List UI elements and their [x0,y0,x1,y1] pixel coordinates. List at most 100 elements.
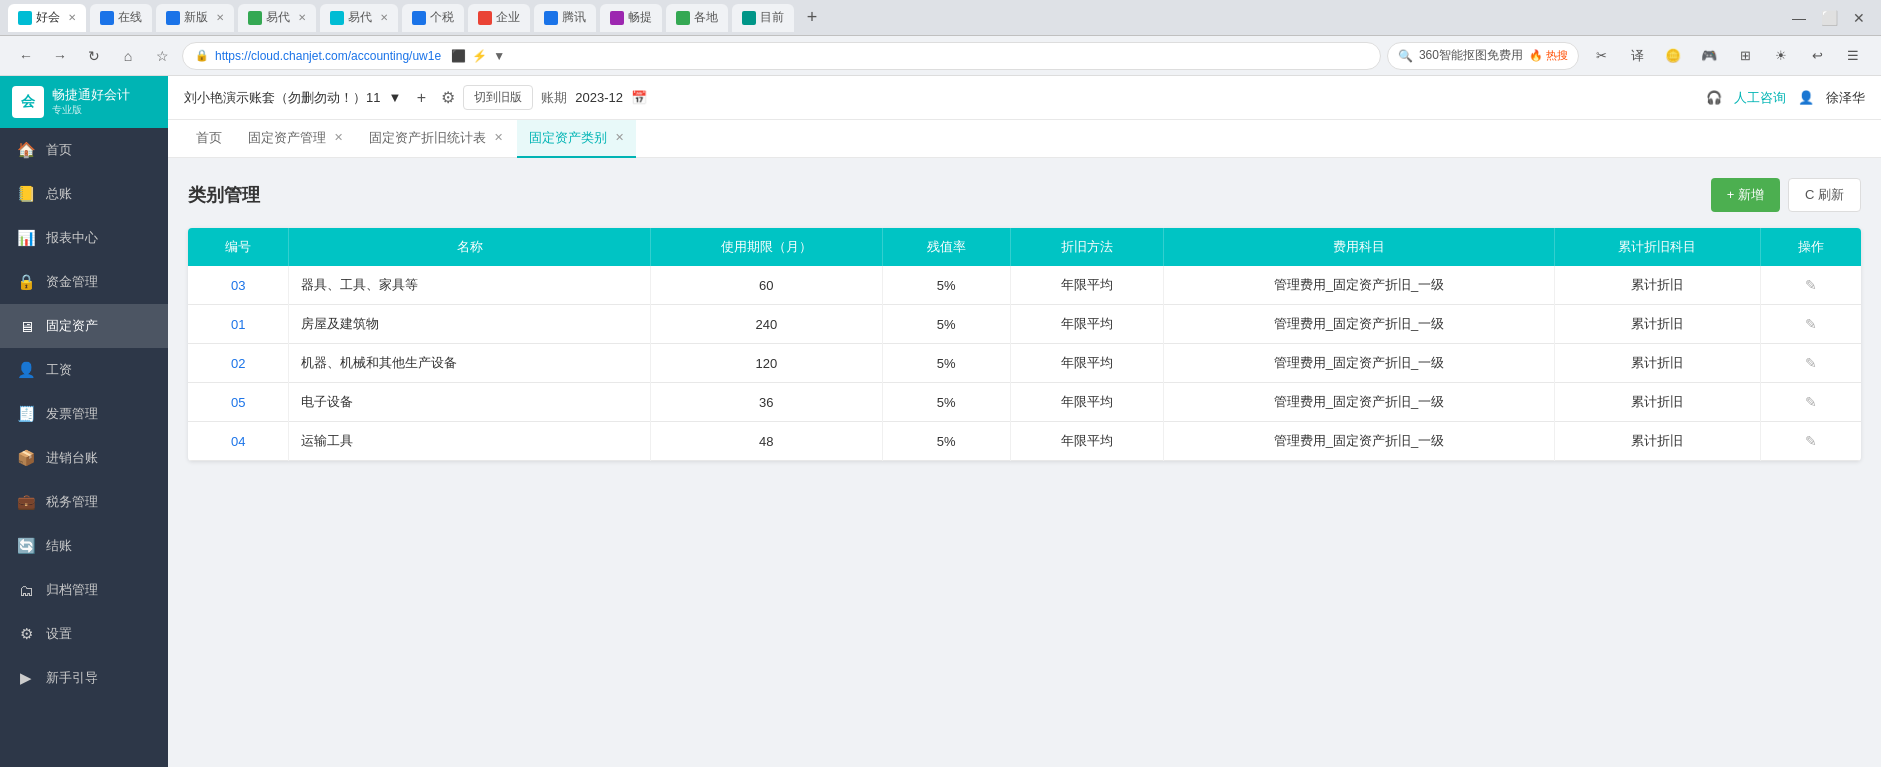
address-text: https://cloud.chanjet.com/accounting/uw1… [215,49,441,63]
sidebar-item-fund[interactable]: 🔒 资金管理 [0,260,168,304]
row2-edit-icon[interactable]: ✎ [1805,355,1817,371]
row4-action[interactable]: ✎ [1760,422,1861,461]
maximize-btn[interactable]: ⬜ [1815,4,1843,32]
th-depreciation: 累计折旧科目 [1554,228,1760,266]
table-row: 01 房屋及建筑物 240 5% 年限平均 管理费用_固定资产折旧_一级 累计折… [188,305,1861,344]
support-label[interactable]: 人工咨询 [1734,89,1786,107]
row0-depreciation: 累计折旧 [1554,266,1760,305]
back-btn[interactable]: ← [12,42,40,70]
browser-tab-7[interactable]: 腾讯 [534,4,596,32]
tab-close-4[interactable]: ✕ [380,12,388,23]
reload-btn[interactable]: ↻ [80,42,108,70]
sidebar-item-fixed[interactable]: 🖥 固定资产 [0,304,168,348]
row3-depreciation: 累计折旧 [1554,383,1760,422]
game-btn[interactable]: 🎮 [1693,42,1725,70]
sidebar-label-invoice: 发票管理 [46,405,98,423]
tab-depreciation-close[interactable]: ✕ [494,131,503,144]
settings-btn[interactable]: ⚙ [441,88,455,107]
sidebar-label-home: 首页 [46,141,72,159]
sidebar-item-tax[interactable]: 💼 税务管理 [0,480,168,524]
tab-label-7: 腾讯 [562,9,586,26]
page-tab-home[interactable]: 首页 [184,120,234,158]
browser-tab-2[interactable]: 新版 ✕ [156,4,234,32]
sidebar-logo: 会 畅捷通好会计 专业版 [0,76,168,128]
browser-tab-3[interactable]: 易代 ✕ [238,4,316,32]
close-btn[interactable]: ✕ [1845,4,1873,32]
refresh-btn[interactable]: C 刷新 [1788,178,1861,212]
sidebar-item-settings[interactable]: ⚙ 设置 [0,612,168,656]
tab-label-4: 易代 [348,9,372,26]
browser-tab-5[interactable]: 个税 [402,4,464,32]
browser-tab-10[interactable]: 目前 [732,4,794,32]
sidebar-item-stock[interactable]: 📦 进销台账 [0,436,168,480]
row4-expense: 管理费用_固定资产折旧_一级 [1164,422,1554,461]
browser-tab-1[interactable]: 在线 [90,4,152,32]
sidebar-item-close[interactable]: 🔄 结账 [0,524,168,568]
ssl-icon: 🔒 [195,49,209,62]
browser-tab-9[interactable]: 各地 [666,4,728,32]
home-icon: 🏠 [16,140,36,160]
row4-name: 运输工具 [289,422,651,461]
new-tab-btn[interactable]: + [798,4,826,32]
th-action: 操作 [1760,228,1861,266]
sidebar-label-salary: 工资 [46,361,72,379]
sidebar-item-report[interactable]: 📊 报表中心 [0,216,168,260]
bookmark-btn[interactable]: ☆ [148,42,176,70]
switch-version-btn[interactable]: 切到旧版 [463,85,533,110]
row3-months: 36 [650,383,882,422]
tab-category-close[interactable]: ✕ [615,131,624,144]
coin-btn[interactable]: 🪙 [1657,42,1689,70]
menu-btn[interactable]: ☰ [1837,42,1869,70]
scissors-btn[interactable]: ✂ [1585,42,1617,70]
tab-icon-8 [610,11,624,25]
row2-name: 机器、机械和其他生产设备 [289,344,651,383]
stock-icon: 📦 [16,448,36,468]
page-tab-depreciation[interactable]: 固定资产折旧统计表 ✕ [357,120,515,158]
row3-edit-icon[interactable]: ✎ [1805,394,1817,410]
minimize-btn[interactable]: — [1785,4,1813,32]
sidebar-item-ledger[interactable]: 📒 总账 [0,172,168,216]
row2-action[interactable]: ✎ [1760,344,1861,383]
sidebar-item-invoice[interactable]: 🧾 发票管理 [0,392,168,436]
add-btn[interactable]: + 新增 [1711,178,1780,212]
undo-btn[interactable]: ↩ [1801,42,1833,70]
sidebar-label-settings: 设置 [46,625,72,643]
tab-close-2[interactable]: ✕ [216,12,224,23]
grid-btn[interactable]: ⊞ [1729,42,1761,70]
row1-edit-icon[interactable]: ✎ [1805,316,1817,332]
row1-action[interactable]: ✎ [1760,305,1861,344]
tab-close-btn[interactable]: ✕ [68,12,76,23]
sidebar-label-close: 结账 [46,537,72,555]
row4-edit-icon[interactable]: ✎ [1805,433,1817,449]
row0-action[interactable]: ✎ [1760,266,1861,305]
browser-tab-4[interactable]: 易代 ✕ [320,4,398,32]
row1-rate: 5% [882,305,1010,344]
tab-fixed-mgr-close[interactable]: ✕ [334,131,343,144]
sidebar-item-archive[interactable]: 🗂 归档管理 [0,568,168,612]
dropdown-icon[interactable]: ▼ [493,49,505,63]
address-bar[interactable]: 🔒 https://cloud.chanjet.com/accounting/u… [182,42,1381,70]
sidebar-item-salary[interactable]: 👤 工资 [0,348,168,392]
search-bar[interactable]: 🔍 360智能抠图免费用 🔥 热搜 [1387,42,1579,70]
sidebar-item-guide[interactable]: ▶ 新手引导 [0,656,168,700]
browser-tab-6[interactable]: 企业 [468,4,530,32]
calendar-icon[interactable]: 📅 [631,90,647,105]
row0-edit-icon[interactable]: ✎ [1805,277,1817,293]
browser-tab-active[interactable]: 好会 ✕ [8,4,86,32]
row3-action[interactable]: ✎ [1760,383,1861,422]
tab-close-3[interactable]: ✕ [298,12,306,23]
translate-btn[interactable]: 译 [1621,42,1653,70]
sun-btn[interactable]: ☀ [1765,42,1797,70]
tab-icon-3 [248,11,262,25]
sidebar-item-home[interactable]: 🏠 首页 [0,128,168,172]
account-dropdown-icon[interactable]: ▼ [388,90,401,105]
sidebar-logo-info: 畅捷通好会计 专业版 [52,87,130,118]
forward-btn[interactable]: → [46,42,74,70]
page-tab-category[interactable]: 固定资产类别 ✕ [517,120,636,158]
browser-tab-8[interactable]: 畅提 [600,4,662,32]
row0-method: 年限平均 [1010,266,1164,305]
home-btn[interactable]: ⌂ [114,42,142,70]
add-account-btn[interactable]: + [409,86,433,110]
category-table: 编号 名称 使用期限（月） 残值率 折旧方法 费用科目 累计折旧科目 操作 03… [188,228,1861,461]
page-tab-fixed-mgr[interactable]: 固定资产管理 ✕ [236,120,355,158]
